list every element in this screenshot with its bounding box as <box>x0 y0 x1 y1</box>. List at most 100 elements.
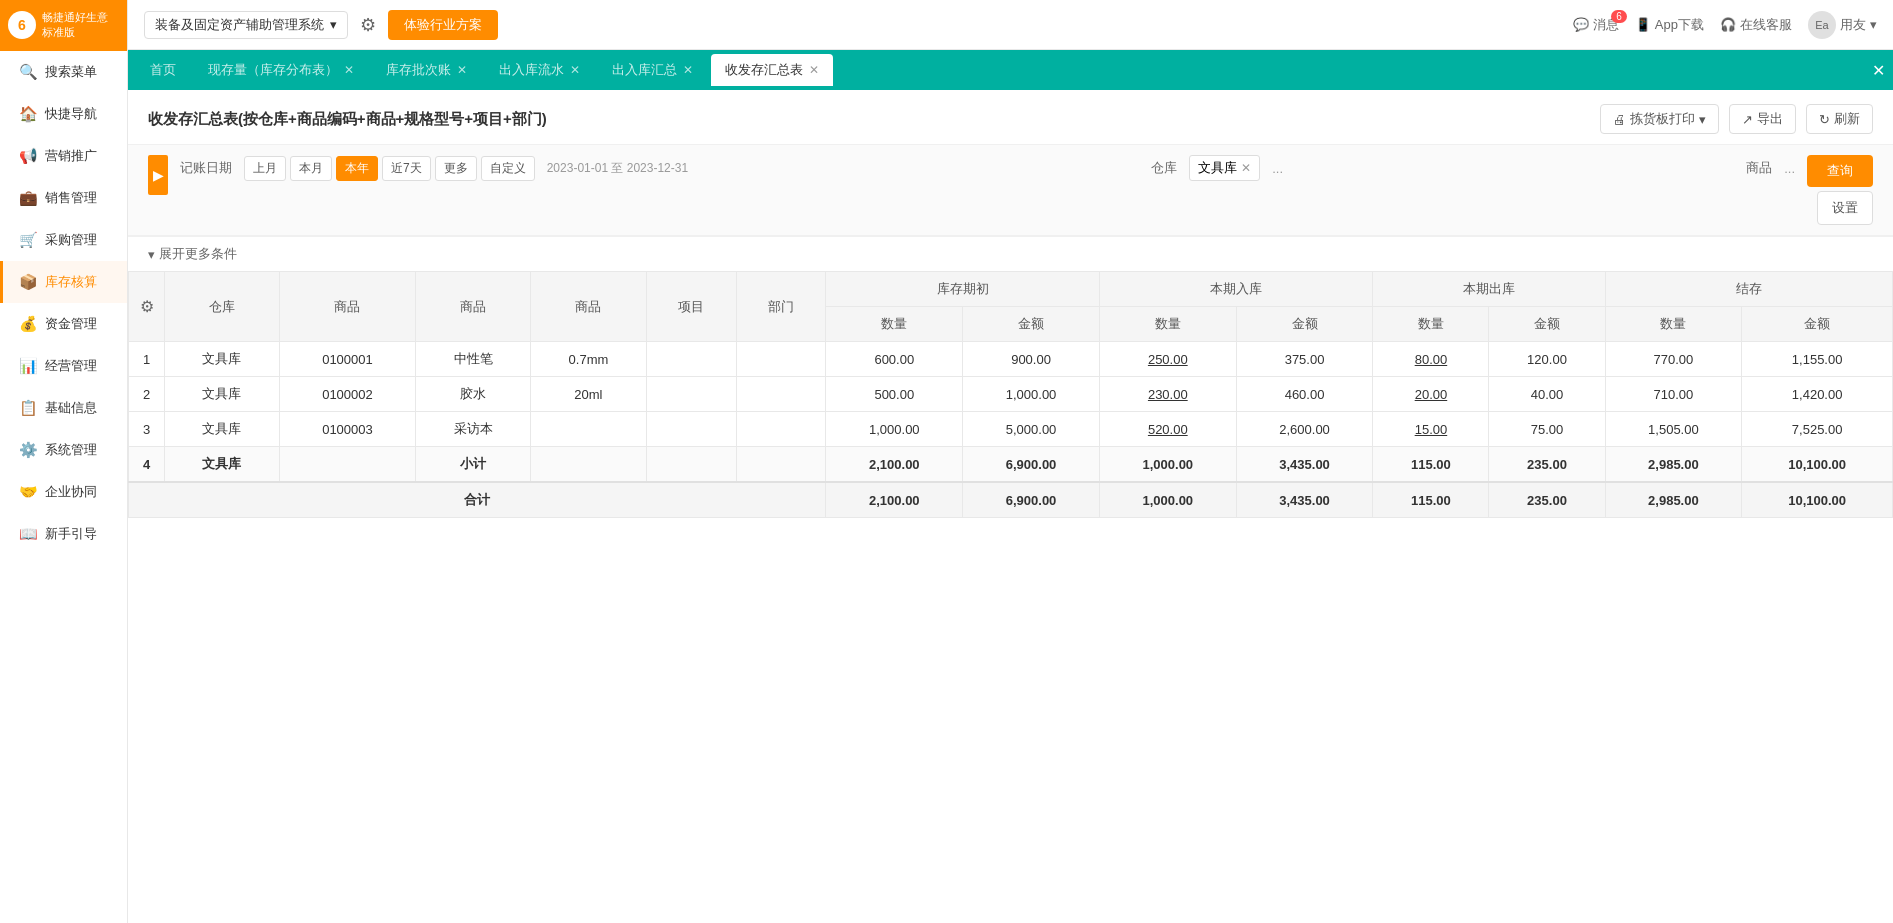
tab-close-batch[interactable]: ✕ <box>457 63 467 77</box>
cell-bal-amt: 1,155.00 <box>1742 342 1893 377</box>
page-header: 收发存汇总表(按仓库+商品编码+商品+规格型号+项目+部门) 🖨 拣货板打印 ▾… <box>128 90 1893 145</box>
cell-out-amt: 235.00 <box>1489 447 1605 483</box>
cell-warehouse: 文具库 <box>165 412 280 447</box>
cell-in-qty[interactable]: 520.00 <box>1099 412 1236 447</box>
cell-seq: 4 <box>129 447 165 483</box>
cell-warehouse: 文具库 <box>165 447 280 483</box>
message-button[interactable]: 💬 消息 6 <box>1573 16 1619 34</box>
tab-recv-send[interactable]: 收发存汇总表 ✕ <box>711 54 833 86</box>
cell-spec <box>530 412 646 447</box>
date-btn-本年[interactable]: 本年 <box>336 156 378 181</box>
trial-button[interactable]: 体验行业方案 <box>388 10 498 40</box>
guide-icon: 📖 <box>19 525 37 543</box>
tab-inout-summary[interactable]: 出入库汇总✕ <box>598 54 707 86</box>
tab-label: 出入库流水 <box>499 61 564 79</box>
th-settings[interactable]: ⚙ <box>129 272 165 342</box>
search-icon: 🔍 <box>19 63 37 81</box>
tab-batch[interactable]: 库存批次账 ✕ <box>372 54 481 86</box>
cell-bal-qty: 1,505.00 <box>1605 412 1742 447</box>
tab-inout-flow[interactable]: 出入库流水 ✕ <box>485 54 594 86</box>
cell-bal-qty: 770.00 <box>1605 342 1742 377</box>
sales-icon: 💼 <box>19 189 37 207</box>
tab-label: 收发存汇总表 <box>725 61 803 79</box>
page-actions: 🖨 拣货板打印 ▾ ↗ 导出 ↻ 刷新 <box>1600 104 1873 134</box>
date-btn-近7天[interactable]: 近7天 <box>382 156 431 181</box>
cell-out-qty[interactable]: 20.00 <box>1373 377 1489 412</box>
sidebar-item-guide[interactable]: 📖新手引导 <box>0 513 127 555</box>
online-service-button[interactable]: 🎧 在线客服 <box>1720 16 1792 34</box>
footer-bal-amt: 10,100.00 <box>1742 482 1893 518</box>
warehouse-more[interactable]: ... <box>1272 161 1283 176</box>
cell-out-qty[interactable]: 80.00 <box>1373 342 1489 377</box>
cell-seq: 2 <box>129 377 165 412</box>
cell-seq: 3 <box>129 412 165 447</box>
sidebar-item-marketing[interactable]: 📢营销推广 <box>0 135 127 177</box>
footer-bal-qty: 2,985.00 <box>1605 482 1742 518</box>
sidebar-item-system[interactable]: ⚙️系统管理 <box>0 429 127 471</box>
settings-icon[interactable]: ⚙ <box>360 14 376 36</box>
sidebar-item-quick[interactable]: 🏠快捷导航 <box>0 93 127 135</box>
tab-stock-dist[interactable]: 现存量（库存分布表）✕ <box>194 54 368 86</box>
tab-close-inout-summary[interactable]: ✕ <box>683 63 693 77</box>
sidebar-item-corp[interactable]: 🤝企业协同 <box>0 471 127 513</box>
sidebar-item-search[interactable]: 🔍搜索菜单 <box>0 51 127 93</box>
sidebar-item-operation[interactable]: 📊经营管理 <box>0 345 127 387</box>
refresh-button[interactable]: ↻ 刷新 <box>1806 104 1873 134</box>
tab-label: 库存批次账 <box>386 61 451 79</box>
th-name: 商品 <box>416 272 531 342</box>
th-out-amt: 金额 <box>1489 307 1605 342</box>
cell-bal-amt: 10,100.00 <box>1742 447 1893 483</box>
expand-icon: ▾ <box>148 247 155 262</box>
th-in-qty: 数量 <box>1099 307 1236 342</box>
th-init-stock: 库存期初 <box>826 272 1100 307</box>
export-button[interactable]: ↗ 导出 <box>1729 104 1796 134</box>
tab-home[interactable]: 首页 <box>136 54 190 86</box>
date-options: 上月本月本年近7天更多自定义 <box>244 156 535 181</box>
cell-code: 0100002 <box>279 377 416 412</box>
print-button[interactable]: 🖨 拣货板打印 ▾ <box>1600 104 1719 134</box>
cell-in-qty[interactable]: 230.00 <box>1099 377 1236 412</box>
query-button[interactable]: 查询 <box>1807 155 1873 187</box>
cell-spec: 20ml <box>530 377 646 412</box>
cell-in-qty[interactable]: 250.00 <box>1099 342 1236 377</box>
print-icon: 🖨 <box>1613 112 1626 127</box>
tab-close-recv-send[interactable]: ✕ <box>809 63 819 77</box>
page-title: 收发存汇总表(按仓库+商品编码+商品+规格型号+项目+部门) <box>148 110 547 129</box>
app-download-button[interactable]: 📱 App下载 <box>1635 16 1704 34</box>
table-gear-icon[interactable]: ⚙ <box>140 298 154 315</box>
sidebar-item-sales[interactable]: 💼销售管理 <box>0 177 127 219</box>
cell-init-qty: 600.00 <box>826 342 963 377</box>
cell-seq: 1 <box>129 342 165 377</box>
footer-init-amt: 6,900.00 <box>963 482 1100 518</box>
cell-project <box>646 342 736 377</box>
sidebar-item-basic[interactable]: 📋基础信息 <box>0 387 127 429</box>
filter-toggle[interactable]: ▶ <box>148 155 168 195</box>
date-btn-上月[interactable]: 上月 <box>244 156 286 181</box>
cell-warehouse: 文具库 <box>165 342 280 377</box>
date-btn-更多[interactable]: 更多 <box>435 156 477 181</box>
table-row: 4 文具库 小计 2,100.00 6,900.00 1,000.00 3,43… <box>129 447 1893 483</box>
sidebar-item-purchase[interactable]: 🛒采购管理 <box>0 219 127 261</box>
user-menu[interactable]: Ea 用友 ▾ <box>1808 11 1877 39</box>
goods-more[interactable]: ... <box>1784 161 1795 176</box>
tab-close-inout-flow[interactable]: ✕ <box>570 63 580 77</box>
sidebar-item-inventory[interactable]: 📦库存核算 <box>0 261 127 303</box>
settings-button[interactable]: 设置 <box>1817 191 1873 225</box>
cell-out-qty[interactable]: 15.00 <box>1373 412 1489 447</box>
sidebar-label: 资金管理 <box>45 315 97 333</box>
date-btn-自定义[interactable]: 自定义 <box>481 156 535 181</box>
cell-code <box>279 447 416 483</box>
th-balance: 结存 <box>1605 272 1892 307</box>
data-table: ⚙ 仓库 商品 商品 商品 项目 部门 库存期初 本期入库 本期出库 结存 数量 <box>128 271 1893 518</box>
system-selector[interactable]: 装备及固定资产辅助管理系统 ▾ <box>144 11 348 39</box>
close-all-tabs[interactable]: ✕ <box>1872 61 1885 80</box>
tab-close-stock-dist[interactable]: ✕ <box>344 63 354 77</box>
cell-bal-amt: 1,420.00 <box>1742 377 1893 412</box>
expand-conditions[interactable]: ▾ 展开更多条件 <box>128 236 1893 271</box>
date-btn-本月[interactable]: 本月 <box>290 156 332 181</box>
export-icon: ↗ <box>1742 112 1753 127</box>
remove-warehouse-tag[interactable]: ✕ <box>1241 161 1251 175</box>
footer-out-amt: 235.00 <box>1489 482 1605 518</box>
sidebar-item-finance[interactable]: 💰资金管理 <box>0 303 127 345</box>
refresh-icon: ↻ <box>1819 112 1830 127</box>
